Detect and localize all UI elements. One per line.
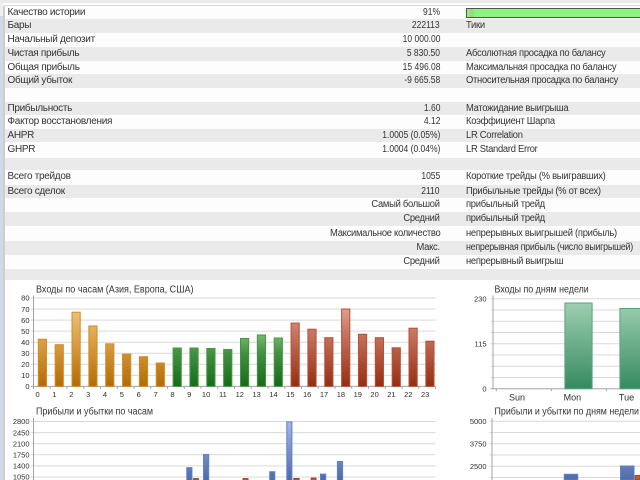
svg-text:20: 20 <box>370 390 378 399</box>
svg-text:4: 4 <box>103 390 107 399</box>
svg-text:2450: 2450 <box>13 428 30 437</box>
svg-text:2: 2 <box>69 390 73 399</box>
svg-text:1750: 1750 <box>13 451 30 460</box>
svg-text:50: 50 <box>21 327 29 336</box>
svg-text:5: 5 <box>120 390 124 399</box>
svg-text:23: 23 <box>421 390 429 399</box>
svg-text:Mon: Mon <box>564 393 582 403</box>
svg-text:6: 6 <box>137 390 141 399</box>
svg-text:16: 16 <box>303 390 311 399</box>
svg-text:230: 230 <box>474 294 487 303</box>
svg-text:40: 40 <box>21 338 29 347</box>
svg-text:2800: 2800 <box>13 417 30 426</box>
svg-text:3750: 3750 <box>470 439 487 448</box>
svg-text:21: 21 <box>387 390 395 399</box>
svg-text:1400: 1400 <box>13 462 30 471</box>
svg-text:Входы по дням недели: Входы по дням недели <box>495 285 589 296</box>
svg-text:0: 0 <box>482 384 486 393</box>
svg-text:1: 1 <box>52 390 56 399</box>
svg-text:7: 7 <box>153 390 157 399</box>
svg-text:1050: 1050 <box>13 473 30 480</box>
svg-text:80: 80 <box>21 294 29 303</box>
svg-text:22: 22 <box>404 390 412 399</box>
svg-text:14: 14 <box>269 390 277 399</box>
svg-text:18: 18 <box>337 390 345 399</box>
svg-text:Tue: Tue <box>619 393 634 403</box>
svg-text:15: 15 <box>286 390 294 399</box>
svg-text:Прибыли и убытки по часам: Прибыли и убытки по часам <box>36 406 153 418</box>
svg-text:5000: 5000 <box>470 417 487 426</box>
svg-text:11: 11 <box>219 390 227 399</box>
svg-text:70: 70 <box>21 305 29 314</box>
svg-text:2500: 2500 <box>470 462 487 471</box>
svg-text:2100: 2100 <box>13 439 30 448</box>
svg-text:60: 60 <box>21 316 29 325</box>
svg-text:Входы по часам (Азия, Европа,: Входы по часам (Азия, Европа, США) <box>36 285 194 296</box>
svg-text:9: 9 <box>187 390 191 399</box>
svg-text:3: 3 <box>86 390 90 399</box>
svg-text:0: 0 <box>25 382 29 391</box>
svg-text:12: 12 <box>236 390 244 399</box>
svg-text:Sun: Sun <box>509 393 525 403</box>
svg-text:19: 19 <box>354 390 362 399</box>
svg-text:17: 17 <box>320 390 328 399</box>
svg-text:115: 115 <box>475 339 487 348</box>
svg-text:0: 0 <box>36 390 40 399</box>
svg-text:10: 10 <box>202 390 210 399</box>
svg-text:13: 13 <box>252 390 260 399</box>
svg-text:8: 8 <box>170 390 174 399</box>
svg-text:30: 30 <box>21 349 29 358</box>
svg-text:10: 10 <box>21 371 29 380</box>
svg-text:Прибыли и убытки по дням недел: Прибыли и убытки по дням недели <box>495 406 640 418</box>
svg-text:20: 20 <box>21 360 29 369</box>
